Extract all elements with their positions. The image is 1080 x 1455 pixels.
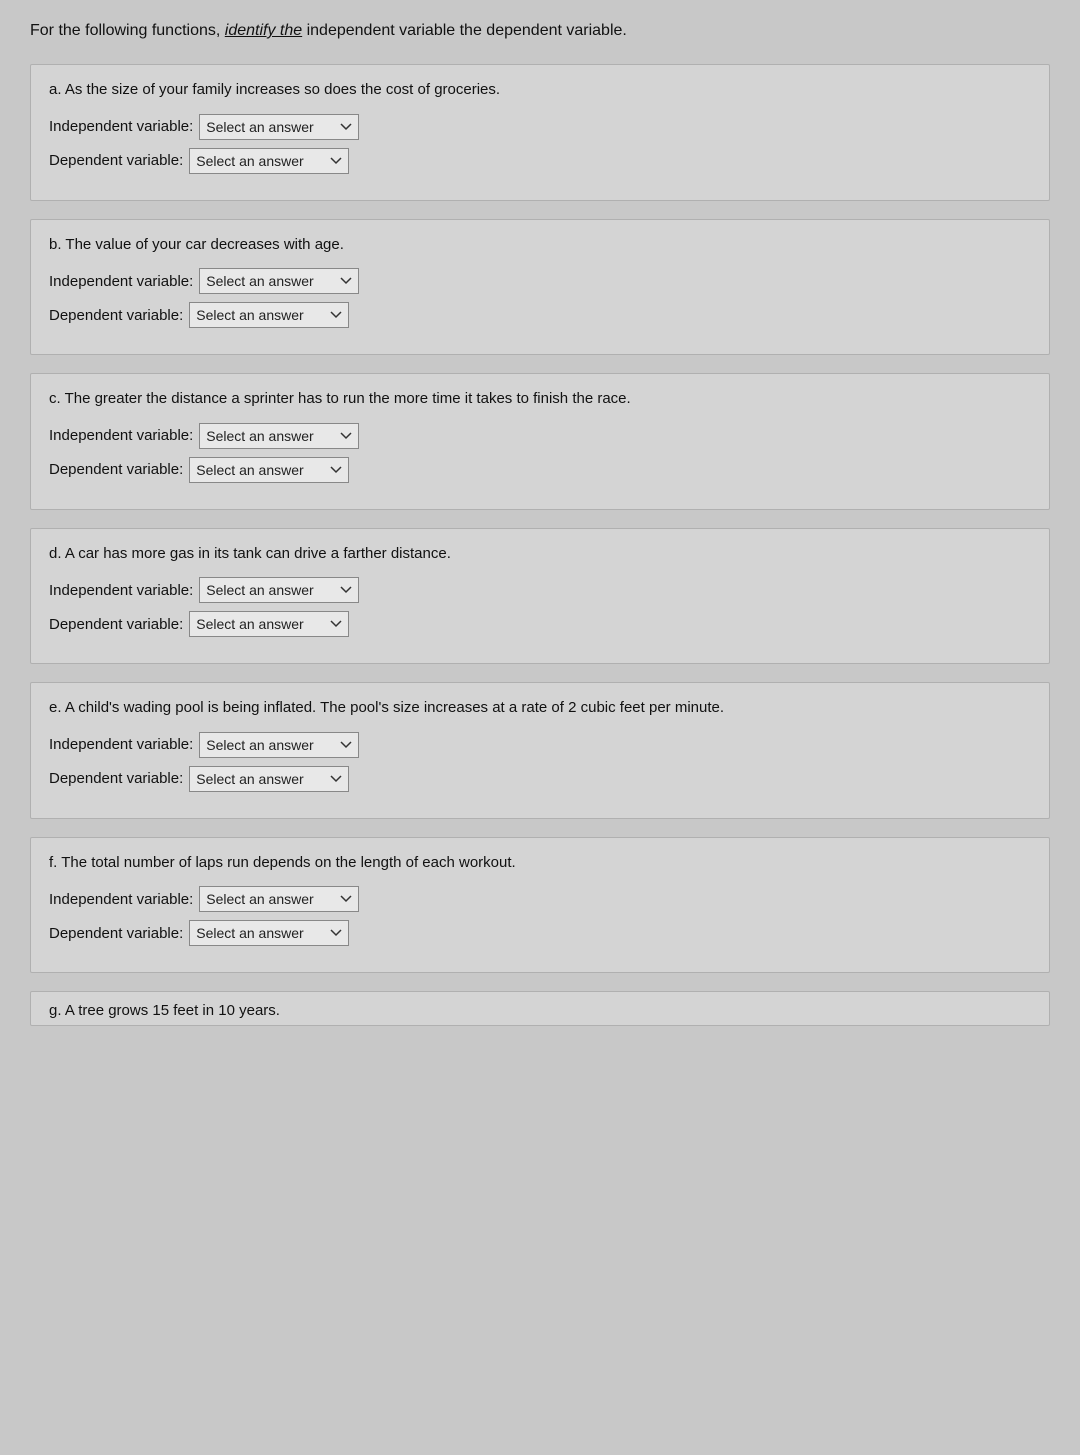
question-e-block: e. A child's wading pool is being inflat… <box>30 682 1050 819</box>
question-d-dependent-select[interactable]: Select an answer <box>189 611 349 637</box>
question-f-dependent-label: Dependent variable: <box>49 925 183 942</box>
question-f-independent-row: Independent variable: Select an answer <box>49 886 1031 912</box>
question-a-dependent-select[interactable]: Select an answer <box>189 148 349 174</box>
question-e-dependent-label: Dependent variable: <box>49 770 183 787</box>
question-b-dependent-row: Dependent variable: Select an answer <box>49 302 1031 328</box>
page-title: For the following functions, identify th… <box>30 20 1050 42</box>
question-a-independent-row: Independent variable: Select an answer <box>49 114 1031 140</box>
question-f-block: f. The total number of laps run depends … <box>30 837 1050 974</box>
question-g-block: g. A tree grows 15 feet in 10 years. <box>30 991 1050 1026</box>
question-d-independent-select[interactable]: Select an answer <box>199 577 359 603</box>
question-f-independent-select[interactable]: Select an answer <box>199 886 359 912</box>
question-f-dependent-select[interactable]: Select an answer <box>189 920 349 946</box>
question-e-dependent-select[interactable]: Select an answer <box>189 766 349 792</box>
question-d-dependent-row: Dependent variable: Select an answer <box>49 611 1031 637</box>
question-b-dependent-select[interactable]: Select an answer <box>189 302 349 328</box>
question-d-independent-label: Independent variable: <box>49 582 193 599</box>
question-d-block: d. A car has more gas in its tank can dr… <box>30 528 1050 665</box>
question-d-dependent-label: Dependent variable: <box>49 616 183 633</box>
question-a-independent-label: Independent variable: <box>49 118 193 135</box>
question-c-text: c. The greater the distance a sprinter h… <box>49 388 1031 411</box>
question-c-dependent-row: Dependent variable: Select an answer <box>49 457 1031 483</box>
question-b-independent-row: Independent variable: Select an answer <box>49 268 1031 294</box>
question-b-block: b. The value of your car decreases with … <box>30 219 1050 356</box>
question-e-independent-select[interactable]: Select an answer <box>199 732 359 758</box>
question-e-text: e. A child's wading pool is being inflat… <box>49 697 1031 720</box>
question-g-text: g. A tree grows 15 feet in 10 years. <box>49 1002 280 1019</box>
question-b-dependent-label: Dependent variable: <box>49 307 183 324</box>
question-a-dependent-label: Dependent variable: <box>49 152 183 169</box>
question-c-independent-select[interactable]: Select an answer <box>199 423 359 449</box>
question-d-text: d. A car has more gas in its tank can dr… <box>49 543 1031 566</box>
question-e-independent-label: Independent variable: <box>49 736 193 753</box>
question-d-independent-row: Independent variable: Select an answer <box>49 577 1031 603</box>
question-a-text: a. As the size of your family increases … <box>49 79 1031 102</box>
question-e-dependent-row: Dependent variable: Select an answer <box>49 766 1031 792</box>
question-c-independent-label: Independent variable: <box>49 427 193 444</box>
question-f-dependent-row: Dependent variable: Select an answer <box>49 920 1031 946</box>
question-b-independent-label: Independent variable: <box>49 273 193 290</box>
question-f-independent-label: Independent variable: <box>49 891 193 908</box>
question-c-independent-row: Independent variable: Select an answer <box>49 423 1031 449</box>
question-e-independent-row: Independent variable: Select an answer <box>49 732 1031 758</box>
question-a-dependent-row: Dependent variable: Select an answer <box>49 148 1031 174</box>
question-a-independent-select[interactable]: Select an answer <box>199 114 359 140</box>
question-f-text: f. The total number of laps run depends … <box>49 852 1031 875</box>
question-c-dependent-label: Dependent variable: <box>49 461 183 478</box>
question-c-dependent-select[interactable]: Select an answer <box>189 457 349 483</box>
question-a-block: a. As the size of your family increases … <box>30 64 1050 201</box>
question-b-text: b. The value of your car decreases with … <box>49 234 1031 257</box>
question-c-block: c. The greater the distance a sprinter h… <box>30 373 1050 510</box>
question-b-independent-select[interactable]: Select an answer <box>199 268 359 294</box>
